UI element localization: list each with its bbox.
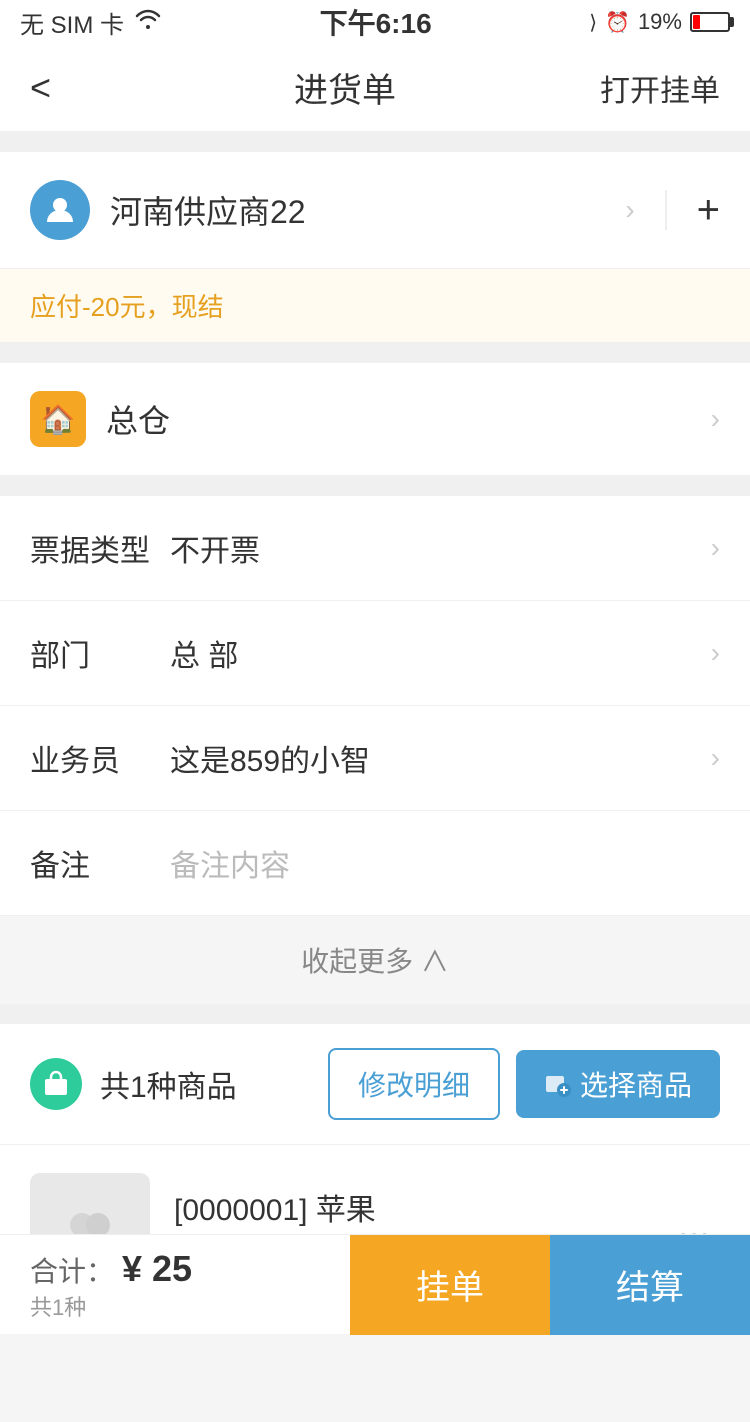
salesperson-row[interactable]: 业务员 这是859的小智 › xyxy=(0,706,750,811)
total-label: 合计： ¥ 25 xyxy=(30,1248,320,1290)
divider xyxy=(665,190,667,230)
product-title: 苹果 xyxy=(316,1194,376,1227)
bottom-spacer xyxy=(0,1322,750,1422)
remark-placeholder[interactable]: 备注内容 xyxy=(170,841,720,885)
bottom-bar: 合计： ¥ 25 共1种 挂单 结算 xyxy=(0,1234,750,1334)
page-title: 进货单 xyxy=(294,63,396,112)
select-product-label: 选择商品 xyxy=(580,1064,692,1104)
invoice-chevron-icon: › xyxy=(711,532,720,564)
section-gap-1 xyxy=(0,132,750,152)
total-label-text: 合计： xyxy=(30,1250,114,1290)
warehouse-row[interactable]: 🏠 总仓 › xyxy=(0,363,750,476)
remark-label: 备注 xyxy=(30,841,170,885)
supplier-avatar xyxy=(30,180,90,240)
form-section: 票据类型 不开票 › 部门 总 部 › 业务员 这是859的小智 › 备注 备注… xyxy=(0,496,750,915)
warehouse-name: 总仓 xyxy=(106,396,711,442)
section-gap-3 xyxy=(0,476,750,496)
department-chevron-icon: › xyxy=(711,637,720,669)
hold-button[interactable]: 挂单 xyxy=(350,1235,550,1335)
carrier-text: 无 SIM 卡 xyxy=(20,5,124,40)
products-count: 共1种商品 xyxy=(100,1062,328,1106)
collapse-button[interactable]: 收起更多 ∧ xyxy=(0,915,750,1004)
section-gap-4 xyxy=(0,1004,750,1024)
invoice-label: 票据类型 xyxy=(30,526,170,570)
nav-bar: < 进货单 打开挂单 xyxy=(0,44,750,132)
notice-bar: 应付-20元，现结 xyxy=(0,269,750,343)
wifi-icon xyxy=(134,8,162,36)
products-header: 共1种商品 修改明细 选择商品 xyxy=(0,1024,750,1145)
status-right: ⟩ ⏰ 19% xyxy=(589,9,730,35)
department-value: 总 部 xyxy=(170,631,711,675)
back-button[interactable]: < xyxy=(30,67,90,109)
department-label: 部门 xyxy=(30,631,170,675)
edit-detail-button[interactable]: 修改明细 xyxy=(328,1048,500,1120)
total-amount: ¥ 25 xyxy=(122,1248,192,1290)
total-count: 共1种 xyxy=(30,1290,320,1322)
product-id: [0000001] xyxy=(174,1194,307,1227)
supplier-name: 河南供应商22 xyxy=(110,187,625,233)
invoice-value: 不开票 xyxy=(170,526,711,570)
salesperson-value: 这是859的小智 xyxy=(170,736,711,780)
salesperson-chevron-icon: › xyxy=(711,742,720,774)
supplier-section: 河南供应商22 › + 应付-20元，现结 xyxy=(0,152,750,343)
alarm-icon: ⏰ xyxy=(605,10,630,35)
supplier-row[interactable]: 河南供应商22 › + xyxy=(0,152,750,269)
status-bar: 无 SIM 卡 下午6:16 ⟩ ⏰ 19% xyxy=(0,0,750,44)
warehouse-section: 🏠 总仓 › xyxy=(0,363,750,476)
battery-percent: 19% xyxy=(638,9,682,35)
salesperson-label: 业务员 xyxy=(30,736,170,780)
status-time: 下午6:16 xyxy=(320,2,432,42)
invoice-row[interactable]: 票据类型 不开票 › xyxy=(0,496,750,601)
department-row[interactable]: 部门 总 部 › xyxy=(0,601,750,706)
warehouse-icon: 🏠 xyxy=(30,391,86,447)
location-icon: ⟩ xyxy=(589,10,597,35)
product-name: [0000001] 苹果 xyxy=(174,1185,668,1229)
add-supplier-button[interactable]: + xyxy=(697,188,720,233)
battery-icon xyxy=(690,12,730,32)
warehouse-chevron-icon: › xyxy=(711,403,720,435)
status-carrier: 无 SIM 卡 xyxy=(20,5,162,40)
products-icon xyxy=(30,1058,82,1110)
remark-row[interactable]: 备注 备注内容 xyxy=(0,811,750,915)
supplier-chevron-icon: › xyxy=(625,194,634,226)
home-icon: 🏠 xyxy=(41,403,76,436)
select-product-button[interactable]: 选择商品 xyxy=(516,1050,720,1118)
open-pending-button[interactable]: 打开挂单 xyxy=(600,66,720,110)
section-gap-2 xyxy=(0,343,750,363)
total-section: 合计： ¥ 25 共1种 xyxy=(0,1248,350,1322)
checkout-button[interactable]: 结算 xyxy=(550,1235,750,1335)
